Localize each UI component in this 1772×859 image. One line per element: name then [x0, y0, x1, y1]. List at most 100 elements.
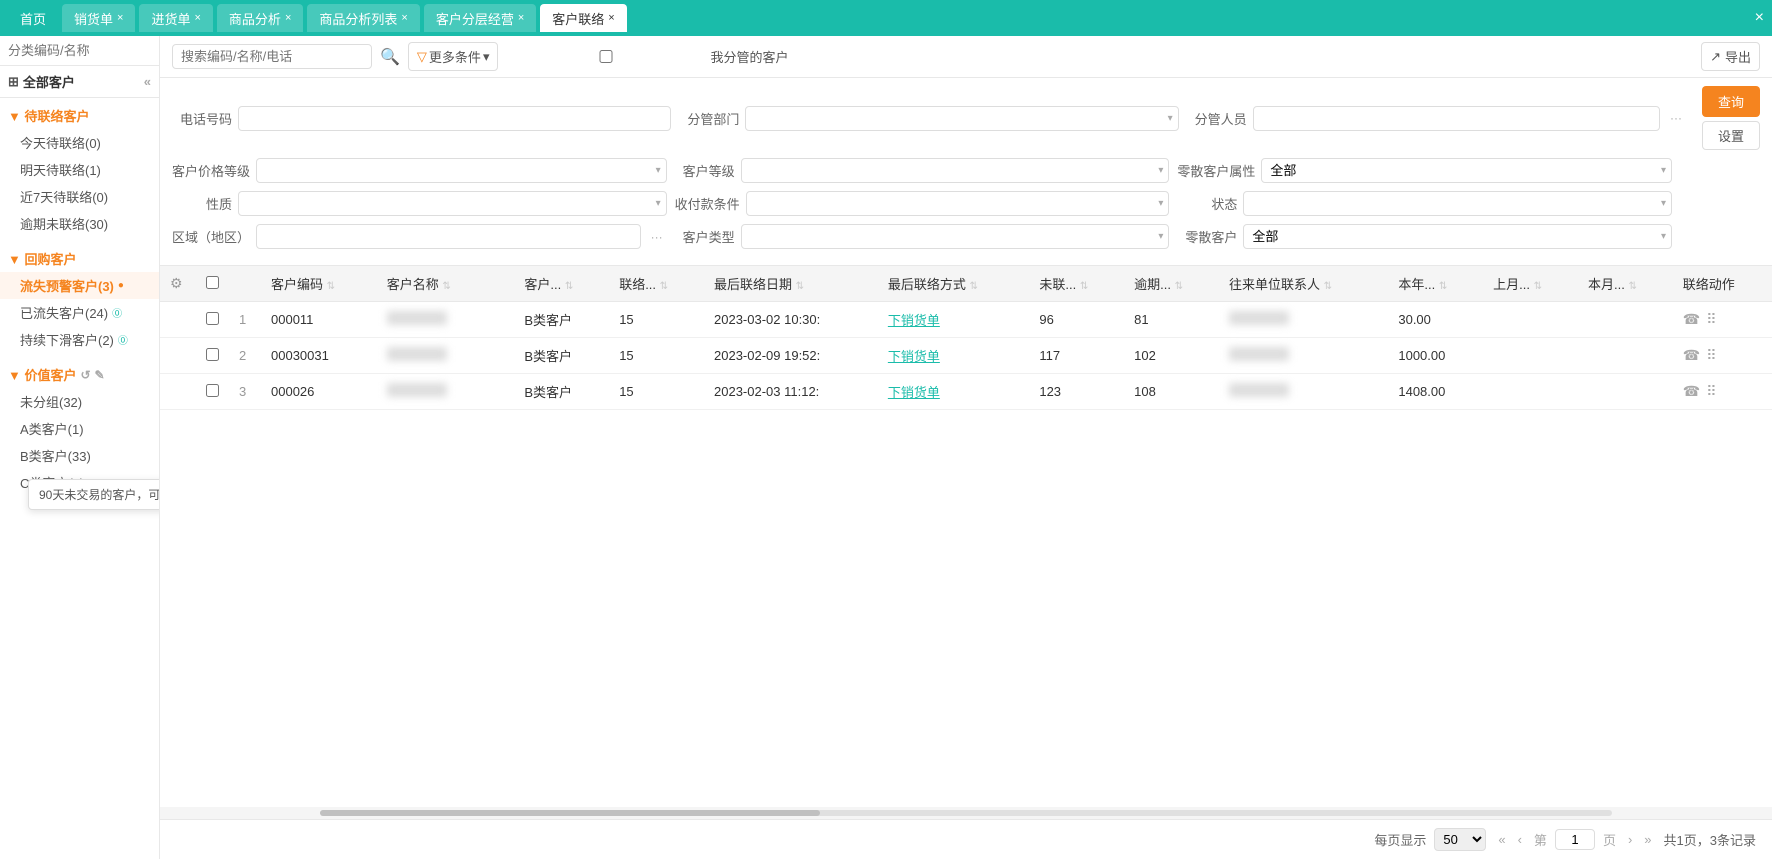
search-input[interactable] [172, 44, 372, 69]
last-contact-way-link-2[interactable]: 下销货单 [888, 349, 940, 364]
scatter-attr-select[interactable]: 全部 [1261, 158, 1672, 183]
sidebar-item-already-lost[interactable]: 已流失客户(24) ⓪ [0, 299, 159, 326]
more-filter-button[interactable]: ▽ 更多条件 ▾ [408, 42, 499, 71]
col-type[interactable]: 客户... ⇅ [514, 266, 609, 302]
col-last-month-sort-icon[interactable]: ⇅ [1534, 281, 1542, 292]
nav-close-all-button[interactable]: × [1755, 9, 1764, 27]
customer-type-select[interactable] [741, 224, 1170, 249]
sidebar-item-overdue-contact[interactable]: 逾期未联络(30) [0, 210, 159, 237]
table-settings-icon[interactable]: ⚙ [170, 275, 183, 291]
query-button[interactable]: 查询 [1702, 86, 1760, 117]
sidebar-item-today-contact[interactable]: 今天待联络(0) [0, 129, 159, 156]
phone-input[interactable] [238, 106, 671, 131]
sidebar-item-class-b[interactable]: B类客户(33) [0, 442, 159, 469]
nav-tab-product-analysis-list[interactable]: 商品分析列表 × [307, 4, 419, 32]
sidebar-collapse-button[interactable]: « [144, 74, 151, 89]
sidebar-item-tomorrow-contact[interactable]: 明天待联络(1) [0, 156, 159, 183]
region-more-icon[interactable]: ··· [647, 226, 667, 248]
page-number-input[interactable] [1555, 829, 1595, 850]
first-page-button[interactable]: « [1494, 830, 1509, 849]
col-type-sort-icon[interactable]: ⇅ [565, 281, 573, 292]
sidebar-group-lost-title[interactable]: ▼ 回购客户 [0, 245, 159, 272]
manager-input[interactable] [1253, 106, 1660, 131]
status-select[interactable] [1243, 191, 1672, 216]
col-contact[interactable]: 联络... ⇅ [609, 266, 704, 302]
my-customer-checkbox[interactable] [506, 50, 706, 63]
value-group-refresh[interactable]: ↺ [80, 368, 90, 382]
sidebar-group-value-title[interactable]: ▼ 价值客户 ↺ ✎ [0, 361, 159, 388]
last-page-button[interactable]: » [1640, 830, 1655, 849]
nav-tab-sales[interactable]: 销货单 × [62, 4, 135, 32]
nav-tab-customer-contact-close[interactable]: × [608, 12, 614, 24]
sidebar-item-loss-warning[interactable]: 流失预警客户(3) ● [0, 272, 159, 299]
row-checkbox-3[interactable] [206, 384, 219, 397]
nav-tab-customer-segment[interactable]: 客户分层经营 × [424, 4, 536, 32]
col-this-month-sort-icon[interactable]: ⇅ [1628, 281, 1636, 292]
customer-level-select[interactable] [741, 158, 1170, 183]
col-overdue-sort-icon[interactable]: ⇅ [1175, 281, 1183, 292]
scatter-customer-select[interactable]: 全部 [1243, 224, 1672, 249]
value-group-edit[interactable]: ✎ [95, 368, 105, 382]
page-size-select[interactable]: 50 20 100 [1434, 828, 1486, 851]
nav-tab-purchase-close[interactable]: × [194, 12, 200, 24]
sidebar-item-declining[interactable]: 持续下滑客户(2) ⓪ [0, 326, 159, 353]
col-prev-contact[interactable]: 往来单位联系人 ⇅ [1219, 266, 1388, 302]
row-checkbox-1[interactable] [206, 312, 219, 325]
col-settings[interactable]: ⚙ [160, 266, 196, 302]
sidebar-item-week-contact[interactable]: 近7天待联络(0) [0, 183, 159, 210]
my-customer-checkbox-label[interactable]: 我分管的客户 [506, 47, 788, 66]
nav-tab-product-analysis-close[interactable]: × [285, 12, 291, 24]
last-contact-way-link-3[interactable]: 下销货单 [888, 385, 940, 400]
col-code-sort-icon[interactable]: ⇅ [327, 281, 335, 292]
nav-tab-purchase[interactable]: 进货单 × [139, 4, 212, 32]
nav-tab-home[interactable]: 首页 [8, 4, 58, 32]
dept-select[interactable] [745, 106, 1178, 131]
contact-icon-3[interactable]: ☎ [1683, 383, 1700, 400]
sidebar-item-class-a[interactable]: A类客户(1) [0, 415, 159, 442]
scrollbar-thumb[interactable] [320, 810, 820, 816]
last-contact-way-link-1[interactable]: 下销货单 [888, 313, 940, 328]
col-last-contact-way[interactable]: 最后联络方式 ⇅ [878, 266, 1030, 302]
nav-tab-product-analysis[interactable]: 商品分析 × [217, 4, 303, 32]
sidebar-item-unclassified[interactable]: 未分组(32) [0, 388, 159, 415]
more-icon-2[interactable]: ⠿ [1706, 347, 1716, 364]
col-overdue[interactable]: 逾期... ⇅ [1124, 266, 1219, 302]
region-input[interactable] [256, 224, 641, 249]
col-last-month[interactable]: 上月... ⇅ [1483, 266, 1578, 302]
nav-tab-customer-contact[interactable]: 客户联络 × [540, 4, 626, 32]
col-uncontact-sort-icon[interactable]: ⇅ [1080, 281, 1088, 292]
settings-button[interactable]: 设置 [1702, 121, 1760, 150]
col-contact-sort-icon[interactable]: ⇅ [660, 281, 668, 292]
nature-select[interactable] [238, 191, 667, 216]
sidebar-search-input[interactable] [8, 43, 160, 58]
nav-tab-customer-segment-close[interactable]: × [518, 12, 524, 24]
payment-select[interactable] [746, 191, 1170, 216]
col-last-contact-way-sort-icon[interactable]: ⇅ [969, 281, 977, 292]
col-this-year-sort-icon[interactable]: ⇅ [1439, 281, 1447, 292]
row-checkbox-2[interactable] [206, 348, 219, 361]
col-prev-contact-sort-icon[interactable]: ⇅ [1324, 281, 1332, 292]
more-icon-1[interactable]: ⠿ [1706, 311, 1716, 328]
contact-icon-1[interactable]: ☎ [1683, 311, 1700, 328]
nav-tab-product-analysis-list-close[interactable]: × [401, 12, 407, 24]
select-all-checkbox[interactable] [206, 276, 219, 289]
contact-icon-2[interactable]: ☎ [1683, 347, 1700, 364]
col-this-month[interactable]: 本月... ⇅ [1578, 266, 1673, 302]
col-name[interactable]: 客户名称 ⇅ [377, 266, 515, 302]
horizontal-scrollbar[interactable] [160, 807, 1772, 819]
search-button[interactable]: 🔍 [380, 47, 400, 67]
nav-tab-sales-close[interactable]: × [117, 12, 123, 24]
next-page-button[interactable]: › [1624, 830, 1636, 849]
sidebar-group-pending-title[interactable]: ▼ 待联络客户 [0, 102, 159, 129]
col-code[interactable]: 客户编码 ⇅ [261, 266, 377, 302]
col-last-contact-date-sort-icon[interactable]: ⇅ [796, 281, 804, 292]
price-level-select[interactable] [256, 158, 667, 183]
manager-more-icon[interactable]: ··· [1666, 107, 1686, 129]
col-name-sort-icon[interactable]: ⇅ [442, 281, 450, 292]
col-this-year[interactable]: 本年... ⇅ [1388, 266, 1483, 302]
export-button[interactable]: ↗ 导出 [1701, 42, 1760, 71]
prev-page-button[interactable]: ‹ [1514, 830, 1526, 849]
col-last-contact-date[interactable]: 最后联络日期 ⇅ [704, 266, 878, 302]
more-icon-3[interactable]: ⠿ [1706, 383, 1716, 400]
col-uncontact[interactable]: 未联... ⇅ [1029, 266, 1124, 302]
